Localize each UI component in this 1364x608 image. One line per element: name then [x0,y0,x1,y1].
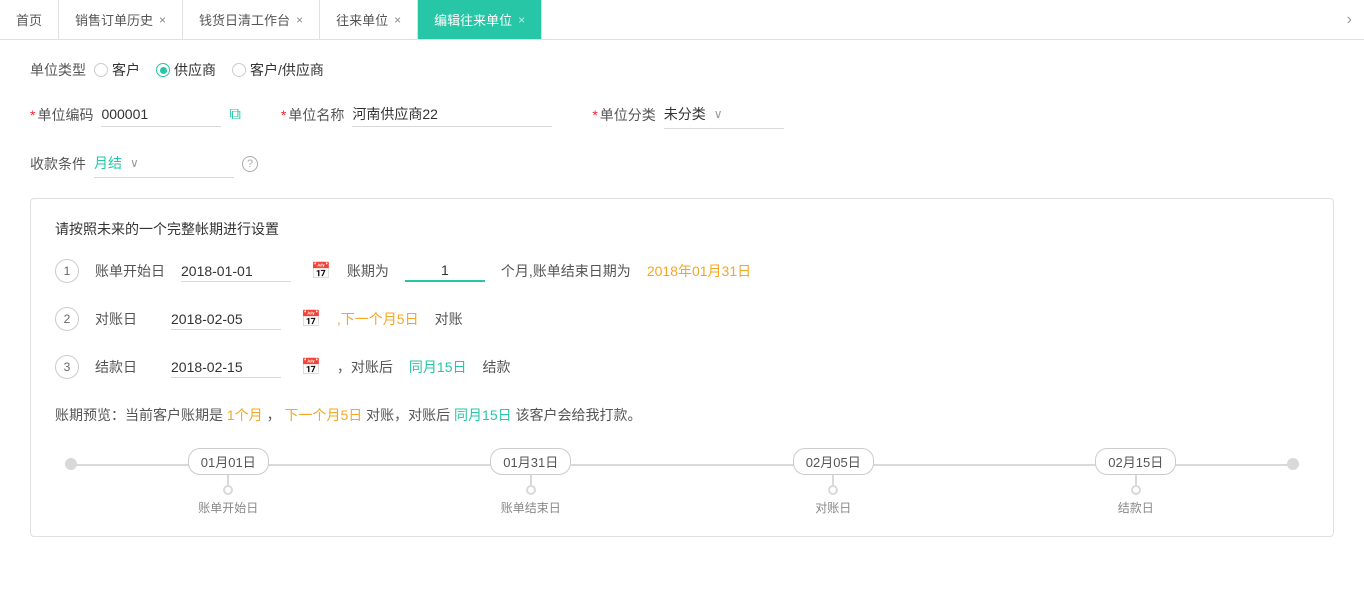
tab-home-label: 首页 [16,10,42,29]
radio-both[interactable]: 客户/供应商 [232,60,324,80]
tab-sales-history-close[interactable]: × [159,13,166,27]
period-section: 请按照未来的一个完整帐期进行设置 1 账单开始日 📅 账期为 个月,账单结束日期… [30,198,1334,537]
payment-row: 收款条件 月结 ∨ ? [30,149,1334,178]
radio-both-circle [232,63,246,77]
timeline-label-2: 账单结束日 [501,499,561,516]
tab-cash-work-close[interactable]: × [296,13,303,27]
preview-part1: 1个月 [227,407,263,423]
timeline-pill-3-wrap: 02月05日 对账日 [793,448,874,516]
code-group: 单位编码 ⧉ [30,102,241,127]
payment-dropdown[interactable]: 月结 ∨ [94,149,234,178]
radio-supplier-label: 供应商 [174,60,216,80]
step-num-2: 2 [55,307,79,331]
calendar-icon-3[interactable]: 📅 [301,357,321,377]
section-description: 请按照未来的一个完整帐期进行设置 [55,219,1309,239]
payment-value: 月结 [94,153,122,173]
classify-group: 单位分类 未分类 ∨ [592,100,783,129]
code-input[interactable] [101,102,221,127]
payment-label: 收款条件 [30,154,86,174]
tab-partner-close[interactable]: × [394,13,401,27]
preview-text: 账期预览：当前客户账期是 1个月 ， 下一个月5日 对账，对账后 同月15日 该… [55,403,1309,428]
radio-customer-circle [94,63,108,77]
code-name-row: 单位编码 ⧉ 单位名称 单位分类 未分类 ∨ [30,100,1334,129]
tab-cash-work[interactable]: 钱货日清工作台 × [183,0,320,39]
timeline-node-1 [65,448,77,476]
preview-prefix: 账期预览：当前客户账期是 [55,407,223,423]
timeline-pill-1-wrap: 01月01日 账单开始日 [188,448,269,516]
code-label: 单位编码 [30,105,93,125]
tab-edit-partner-label: 编辑往来单位 [434,10,512,29]
step2-orange: ,下一个月5日 [337,309,419,329]
preview-part6: 该客户会给我打款。 [516,407,642,423]
timeline-label-1: 账单开始日 [198,499,258,516]
radio-customer[interactable]: 客户 [94,60,140,80]
tab-partner-label: 往来单位 [336,10,388,29]
step-row-2: 2 对账日 📅 ,下一个月5日 对账 [55,307,1309,331]
classify-value: 未分类 [664,104,706,124]
payment-help-icon[interactable]: ? [242,156,258,172]
timeline-pill-3: 02月05日 [793,448,874,475]
preview-part3: 下一个月5日 [284,407,362,423]
payment-group: 收款条件 月结 ∨ ? [30,149,258,178]
step-date-1[interactable] [181,261,291,282]
classify-dropdown[interactable]: 未分类 ∨ [664,100,784,129]
radio-group: 客户 供应商 客户/供应商 [94,60,324,80]
copy-icon[interactable]: ⧉ [229,106,240,124]
step-row-1: 1 账单开始日 📅 账期为 个月,账单结束日期为 2018年01月31日 [55,259,1309,283]
preview-part4: 对账，对账后 [366,407,450,423]
step3-prefix: ，对账后 [337,357,393,377]
step3-text: 结款 [483,357,511,377]
radio-both-label: 客户/供应商 [250,60,324,80]
calendar-icon-1[interactable]: 📅 [311,261,331,281]
tab-sales-history[interactable]: 销售订单历史 × [59,0,183,39]
step-label-3: 结款日 [95,357,155,377]
step-label-2: 对账日 [95,309,155,329]
step3-teal: 同月15日 [409,357,467,377]
timeline-pill-4: 02月15日 [1095,448,1176,475]
preview-part5: 同月15日 [454,407,512,423]
timeline-pill-2-wrap: 01月31日 账单结束日 [490,448,571,516]
radio-supplier[interactable]: 供应商 [156,60,216,80]
tab-edit-partner-close[interactable]: × [518,13,525,27]
tab-bar: 首页 销售订单历史 × 钱货日清工作台 × 往来单位 × 编辑往来单位 × › [0,0,1364,40]
step2-text: 对账 [435,309,463,329]
step-row-3: 3 结款日 📅 ，对账后 同月15日 结款 [55,355,1309,379]
payment-dropdown-arrow: ∨ [130,156,139,170]
tab-sales-history-label: 销售订单历史 [75,10,153,29]
timeline-pill-1: 01月01日 [188,448,269,475]
unit-type-group: 单位类型 客户 供应商 客户/供应商 [30,60,324,80]
name-label: 单位名称 [281,105,344,125]
step-num-1: 1 [55,259,79,283]
tab-cash-work-label: 钱货日清工作台 [199,10,290,29]
radio-supplier-circle [156,63,170,77]
classify-dropdown-arrow: ∨ [714,107,723,121]
main-content: 单位类型 客户 供应商 客户/供应商 单位编码 ⧉ [0,40,1364,608]
step-date-2[interactable] [171,309,281,330]
classify-label: 单位分类 [592,105,655,125]
timeline-container: 01月01日 账单开始日 01月31日 账单结束日 02月05日 [55,448,1309,516]
unit-type-label: 单位类型 [30,60,86,80]
step-period-suffix: 个月,账单结束日期为 [501,261,631,281]
tab-home[interactable]: 首页 [0,0,59,39]
step-label-1: 账单开始日 [95,261,165,281]
tab-more-button[interactable]: › [1335,11,1364,29]
timeline-pill-4-wrap: 02月15日 结款日 [1095,448,1176,516]
step-period-prefix: 账期为 [347,261,389,281]
tab-partner[interactable]: 往来单位 × [320,0,418,39]
timeline-label-4: 结款日 [1118,499,1154,516]
timeline-end-node [1287,448,1299,476]
radio-customer-label: 客户 [112,60,140,80]
period-end-date: 2018年01月31日 [647,261,751,281]
calendar-icon-2[interactable]: 📅 [301,309,321,329]
step-date-3[interactable] [171,357,281,378]
name-group: 单位名称 [281,102,552,127]
period-value-input[interactable] [405,260,485,282]
step-num-3: 3 [55,355,79,379]
name-input[interactable] [352,102,552,127]
preview-part2: ， [267,407,281,423]
timeline-label-3: 对账日 [815,499,851,516]
unit-type-row: 单位类型 客户 供应商 客户/供应商 [30,60,1334,80]
tab-edit-partner[interactable]: 编辑往来单位 × [418,0,542,39]
timeline-pill-2: 01月31日 [490,448,571,475]
